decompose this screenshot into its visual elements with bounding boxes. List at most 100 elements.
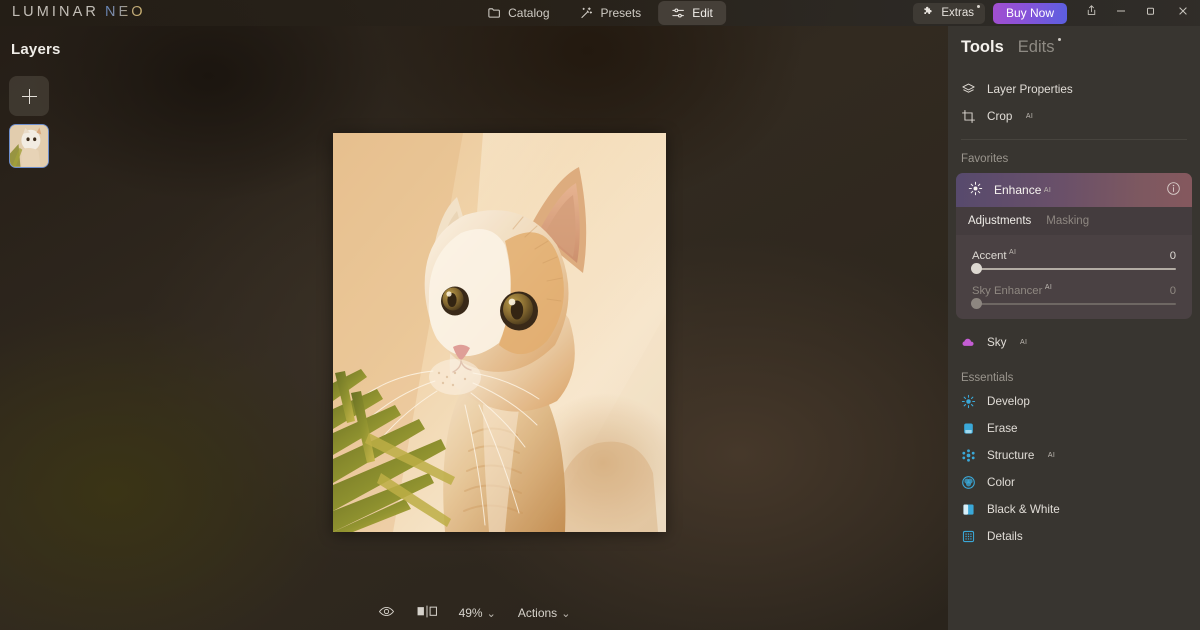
main-photo-canvas[interactable] [333,133,666,532]
tool-erase[interactable]: Erase [948,415,1200,442]
enhance-header[interactable]: Enhance AI [956,173,1192,207]
slider-sky-enhancer[interactable]: Sky Enhancer AI 0 [971,284,1176,310]
slider-sky-enhancer-track[interactable] [971,298,1176,310]
ai-badge: AI [1025,113,1034,120]
chevron-down-icon: ⌄ [561,607,571,620]
slider-accent-knob[interactable] [971,263,982,275]
tool-color[interactable]: Color [948,469,1200,496]
tool-develop-label: Develop [987,394,1030,408]
tools-panel-tabs: Tools Edits [948,26,1200,57]
puzzle-icon [922,5,935,21]
tool-crop[interactable]: Crop AI [948,103,1200,130]
nav-edit-label: Edit [692,6,713,20]
details-icon [961,529,976,544]
ai-badge: AI [1043,186,1052,194]
erase-icon [961,421,976,436]
structure-icon [961,448,976,463]
section-favorites-label: Favorites [961,153,1009,165]
photo-image [333,133,666,532]
minimize-button[interactable] [1106,0,1136,26]
nav-presets-label: Presets [600,6,642,20]
zoom-level-dropdown[interactable]: 49% ⌄ [459,606,496,620]
tab-masking[interactable]: Masking [1046,215,1089,227]
tools-panel: Tools Edits Layer Properties Crop AI Fav… [948,26,1200,630]
maximize-icon [1145,4,1157,22]
slider-accent-value: 0 [1169,249,1176,262]
tool-crop-label: Crop [987,110,1013,123]
nav-presets[interactable]: Presets [567,1,655,25]
slider-sky-enhancer-value: 0 [1169,284,1176,297]
slider-sky-enhancer-knob[interactable] [971,298,982,310]
layer-thumbnail-image [10,125,48,167]
edits-badge-dot [1058,38,1062,41]
enhance-sparkle-icon [968,181,983,199]
actions-dropdown[interactable]: Actions ⌄ [518,606,571,620]
buy-now-label: Buy Now [1005,6,1054,20]
tab-tools[interactable]: Tools [961,38,1004,57]
cloud-icon [961,335,976,350]
develop-icon [961,394,976,409]
layers-icon [961,82,976,97]
before-after-icon [417,605,437,621]
crop-icon [961,109,976,124]
enhance-title: Enhance [994,183,1042,197]
nav-catalog[interactable]: Catalog [474,1,562,25]
maximize-button[interactable] [1136,0,1166,26]
folder-icon [487,6,501,20]
actions-label: Actions [517,606,558,620]
before-after-button[interactable] [417,605,437,621]
tool-erase-label: Erase [987,421,1018,435]
slider-accent[interactable]: Accent AI 0 [971,249,1176,275]
app-logo: LUMINAR NEO [12,4,146,20]
layers-panel-title: Layers [11,41,61,58]
tab-edits[interactable]: Edits [1017,38,1062,57]
color-icon [961,475,976,490]
slider-sky-label-wrap: Sky Enhancer AI [972,284,1052,297]
window-right-controls: Extras Buy Now [913,0,1200,26]
ai-badge: AI [1009,249,1017,256]
tool-sky[interactable]: Sky AI [948,329,1200,356]
tool-develop[interactable]: Develop [948,388,1200,415]
tool-layer-properties-label: Layer Properties [987,83,1073,96]
ai-badge: AI [1044,283,1053,291]
ai-badge: AI [1019,338,1028,346]
share-icon [1085,4,1098,22]
extras-button[interactable]: Extras [913,2,985,24]
info-icon[interactable] [1166,181,1181,199]
buy-now-button[interactable]: Buy Now [992,2,1067,24]
nav-edit[interactable]: Edit [658,1,726,25]
slider-accent-label: Accent [972,249,1007,262]
tool-black-and-white-label: Black & White [987,502,1060,516]
ai-badge: AI [1047,451,1056,459]
plus-icon [21,88,37,104]
enhance-module: Enhance AI Adjustments Masking Accent AI… [956,173,1192,319]
add-layer-button[interactable] [9,76,49,116]
slider-accent-track[interactable] [971,263,1176,275]
preview-toggle-button[interactable] [378,603,395,623]
top-bar: LUMINAR NEO Catalog Presets Edit Extras … [0,0,1200,26]
tab-adjustments[interactable]: Adjustments [968,215,1031,227]
nav-catalog-label: Catalog [508,6,550,20]
tool-structure[interactable]: Structure AI [948,442,1200,469]
sliders-icon [671,6,685,20]
tool-details[interactable]: Details [948,523,1200,550]
enhance-tabs: Adjustments Masking [956,207,1192,235]
black-white-icon [961,502,976,517]
tool-color-label: Color [987,475,1015,489]
tool-black-and-white[interactable]: Black & White [948,496,1200,523]
close-button[interactable] [1166,0,1200,26]
tab-tools-label: Tools [961,38,1004,56]
slider-sky-enhancer-label: Sky Enhancer [972,284,1043,297]
minimize-icon [1115,4,1127,22]
enhance-body: Accent AI 0 Sky Enhancer AI 0 [956,235,1192,319]
layer-thumbnail[interactable] [9,124,49,168]
extras-badge-dot [976,4,980,8]
tool-layer-properties[interactable]: Layer Properties [948,76,1200,103]
luminar-neo-window: LUMINAR NEO Catalog Presets Edit Extras … [0,0,1200,630]
tab-edits-label: Edits [1017,38,1055,56]
bottom-toolbar: 49% ⌄ Actions ⌄ [0,596,948,630]
eye-icon [378,603,395,623]
logo-secondary: NEO [104,4,146,20]
share-button[interactable] [1076,0,1106,26]
logo-primary: LUMINAR [12,4,99,20]
